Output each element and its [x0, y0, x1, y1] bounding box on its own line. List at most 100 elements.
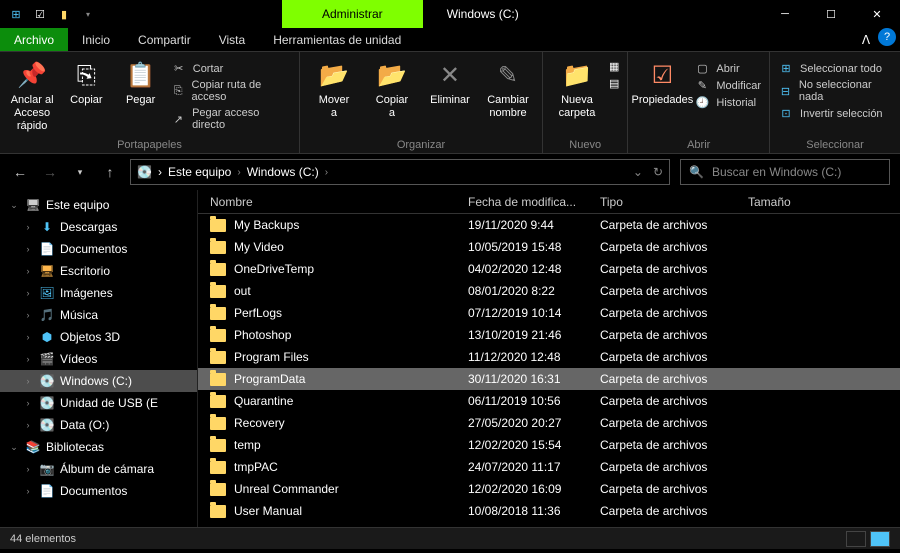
sidebar-item[interactable]: ›💽Data (O:) — [0, 414, 197, 436]
table-row[interactable]: Program Files11/12/2020 12:48Carpeta de … — [198, 346, 900, 368]
search-input[interactable]: 🔍 Buscar en Windows (C:) — [680, 159, 890, 185]
back-button[interactable]: ← — [10, 164, 30, 180]
copy-button[interactable]: ⎘Copiar — [62, 56, 110, 107]
chevron-icon[interactable]: ⌄ — [8, 442, 20, 453]
help-icon[interactable]: ? — [878, 28, 896, 46]
table-row[interactable]: OneDriveTemp04/02/2020 12:48Carpeta de a… — [198, 258, 900, 280]
crumb-windows-c[interactable]: Windows (C:)› — [247, 165, 328, 179]
select-all-button[interactable]: ⊞Seleccionar todo — [778, 62, 892, 75]
sidebar-item[interactable]: ⌄📚Bibliotecas — [0, 436, 197, 458]
up-button[interactable]: ↑ — [100, 164, 120, 180]
chevron-icon[interactable]: › — [22, 244, 34, 254]
chevron-icon[interactable]: › — [22, 398, 34, 408]
chevron-icon[interactable]: ⌄ — [8, 200, 20, 211]
chevron-icon[interactable]: › — [22, 486, 34, 496]
sidebar-item[interactable]: ›⬢Objetos 3D — [0, 326, 197, 348]
chevron-icon[interactable]: › — [22, 332, 34, 342]
close-button[interactable]: ✕ — [854, 0, 900, 28]
chevron-icon[interactable]: › — [22, 266, 34, 276]
pin-button[interactable]: 📌Anclar al Acceso rápido — [8, 56, 56, 134]
drive-icon: 💽 — [137, 165, 152, 179]
new-folder-button[interactable]: 📁Nueva carpeta — [551, 56, 603, 120]
invert-selection-button[interactable]: ⊡Invertir selección — [778, 107, 892, 120]
table-row[interactable]: User Manual10/08/2018 11:36Carpeta de ar… — [198, 500, 900, 522]
view-details-icon[interactable] — [846, 531, 866, 547]
table-row[interactable]: tmpPAC24/07/2020 11:17Carpeta de archivo… — [198, 456, 900, 478]
select-none-button[interactable]: ⊟No seleccionar nada — [778, 79, 892, 103]
table-row[interactable]: PerfLogs07/12/2019 10:14Carpeta de archi… — [198, 302, 900, 324]
chevron-icon[interactable]: › — [22, 464, 34, 474]
recent-dropdown[interactable]: ▾ — [70, 167, 90, 178]
sidebar-item[interactable]: ›⬇Descargas — [0, 216, 197, 238]
sidebar-item[interactable]: ›🎬Vídeos — [0, 348, 197, 370]
table-row[interactable]: My Backups19/11/2020 9:44Carpeta de arch… — [198, 214, 900, 236]
sidebar-item[interactable]: ⌄🖥Este equipo — [0, 194, 197, 216]
table-row[interactable]: Recovery27/05/2020 20:27Carpeta de archi… — [198, 412, 900, 434]
address-bar[interactable]: 💽 › Este equipo› Windows (C:)› ⌄ ↻ — [130, 159, 670, 185]
sidebar-item[interactable]: ›📄Documentos — [0, 238, 197, 260]
chevron-icon[interactable]: › — [22, 420, 34, 430]
table-row[interactable]: out08/01/2020 8:22Carpeta de archivos — [198, 280, 900, 302]
cut-button[interactable]: ✂Cortar — [171, 62, 291, 75]
table-row[interactable]: ProgramData30/11/2020 16:31Carpeta de ar… — [198, 368, 900, 390]
chevron-icon[interactable]: › — [22, 310, 34, 320]
folder-icon — [210, 373, 226, 386]
open-button[interactable]: ▢Abrir — [694, 62, 761, 75]
copy-to-button[interactable]: 📂Copiar a — [366, 56, 418, 120]
file-name: Photoshop — [234, 328, 291, 342]
table-row[interactable]: Unreal Commander12/02/2020 16:09Carpeta … — [198, 478, 900, 500]
edit-button[interactable]: ✎Modificar — [694, 79, 761, 92]
chevron-right-icon[interactable]: › — [158, 165, 162, 179]
forward-button[interactable]: → — [40, 164, 60, 180]
file-name: Quarantine — [234, 394, 293, 408]
tab-herramientas[interactable]: Herramientas de unidad — [259, 28, 415, 51]
paste-shortcut-button[interactable]: ↗Pegar acceso directo — [171, 107, 291, 131]
manage-tab[interactable]: Administrar — [282, 0, 423, 28]
col-name[interactable]: Nombre — [198, 195, 468, 209]
sidebar-item[interactable]: ›💽Unidad de USB (E — [0, 392, 197, 414]
properties-button[interactable]: ☑Propiedades — [636, 56, 688, 107]
refresh-icon[interactable]: ↻ — [653, 165, 663, 179]
minimize-button[interactable]: ─ — [762, 0, 808, 28]
file-date: 06/11/2019 10:56 — [468, 394, 600, 408]
qat-props-icon[interactable]: ☑ — [32, 6, 48, 22]
tab-vista[interactable]: Vista — [205, 28, 259, 51]
sidebar-item[interactable]: ›💽Windows (C:) — [0, 370, 197, 392]
sidebar-item[interactable]: ›📄Documentos — [0, 480, 197, 502]
app-icon[interactable]: ⊞ — [8, 6, 24, 22]
view-thumbs-icon[interactable] — [870, 531, 890, 547]
history-button[interactable]: 🕘Historial — [694, 96, 761, 109]
delete-button[interactable]: ✕Eliminar — [424, 56, 476, 107]
qat-folder-icon[interactable]: ▮ — [56, 6, 72, 22]
col-type[interactable]: Tipo — [600, 195, 748, 209]
rename-button[interactable]: ✎Cambiar nombre — [482, 56, 534, 120]
collapse-ribbon-icon[interactable]: ᐱ — [854, 28, 878, 51]
table-row[interactable]: Quarantine06/11/2019 10:56Carpeta de arc… — [198, 390, 900, 412]
sidebar-item[interactable]: ›🎵Música — [0, 304, 197, 326]
tab-archivo[interactable]: Archivo — [0, 28, 68, 51]
chevron-icon[interactable]: › — [22, 354, 34, 364]
col-date[interactable]: Fecha de modifica... — [468, 195, 600, 209]
copy-path-button[interactable]: ⎘Copiar ruta de acceso — [171, 79, 291, 103]
sidebar-item[interactable]: ›📷Álbum de cámara — [0, 458, 197, 480]
newitem-icon[interactable]: ▦ — [609, 60, 619, 73]
paste-button[interactable]: 📋Pegar — [117, 56, 165, 107]
addr-dropdown-icon[interactable]: ⌄ — [633, 165, 643, 179]
navigation-pane[interactable]: ⌄🖥Este equipo›⬇Descargas›📄Documentos›🖥Es… — [0, 190, 198, 527]
crumb-este-equipo[interactable]: Este equipo› — [168, 165, 241, 179]
chevron-icon[interactable]: › — [22, 288, 34, 298]
tab-inicio[interactable]: Inicio — [68, 28, 124, 51]
move-to-button[interactable]: 📂Mover a — [308, 56, 360, 120]
table-row[interactable]: temp12/02/2020 15:54Carpeta de archivos — [198, 434, 900, 456]
sidebar-item[interactable]: ›🖼Imágenes — [0, 282, 197, 304]
table-row[interactable]: Photoshop13/10/2019 21:46Carpeta de arch… — [198, 324, 900, 346]
easyaccess-icon[interactable]: ▤ — [609, 77, 619, 90]
qat-dropdown-icon[interactable]: ▾ — [80, 6, 96, 22]
col-size[interactable]: Tamaño — [748, 195, 900, 209]
sidebar-item[interactable]: ›🖥Escritorio — [0, 260, 197, 282]
tab-compartir[interactable]: Compartir — [124, 28, 205, 51]
chevron-icon[interactable]: › — [22, 376, 34, 386]
table-row[interactable]: My Video10/05/2019 15:48Carpeta de archi… — [198, 236, 900, 258]
maximize-button[interactable]: ☐ — [808, 0, 854, 28]
chevron-icon[interactable]: › — [22, 222, 34, 232]
